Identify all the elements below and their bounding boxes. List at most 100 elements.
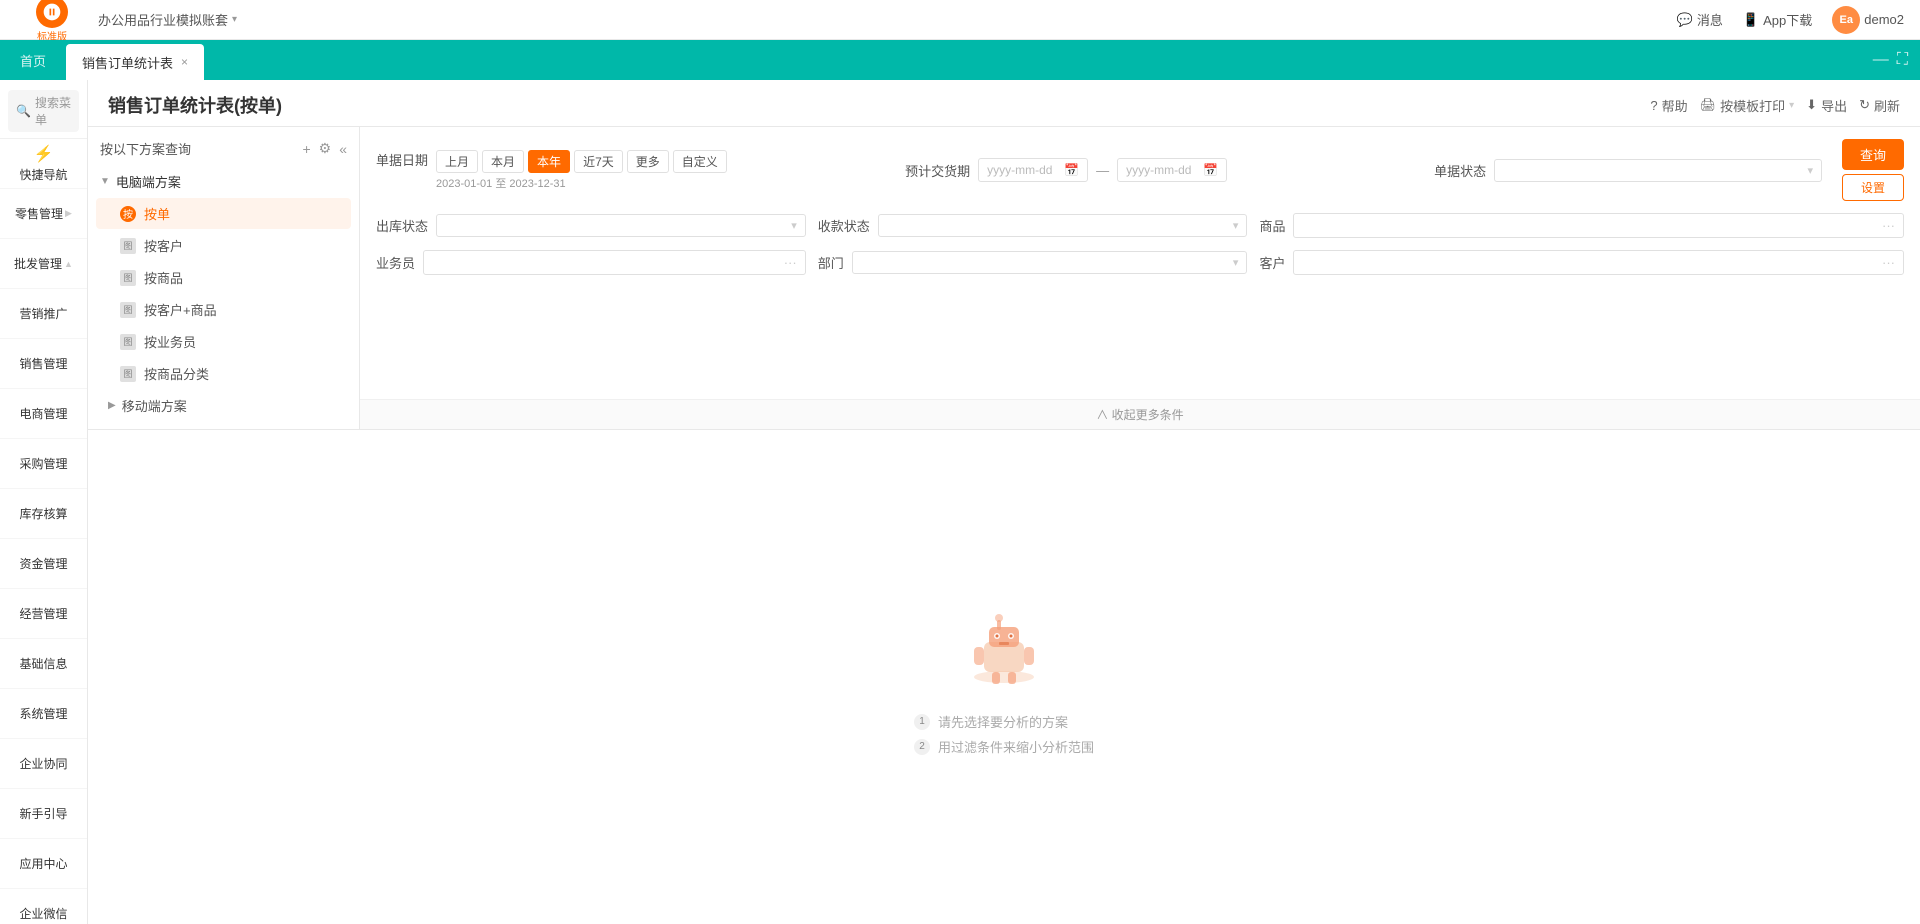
scheme-icon-circle: 按: [120, 206, 136, 222]
message-icon: 💬: [1677, 12, 1693, 28]
tab-active-label: 销售订单统计表: [82, 53, 173, 72]
enterprise-label: 企业协同: [19, 755, 67, 772]
sidebar-item-marketing[interactable]: 营销推广: [0, 289, 87, 339]
date-btn-this-year[interactable]: 本年: [528, 150, 570, 173]
goods-label: 商品: [1259, 216, 1285, 235]
expected-date-label: 预计交货期: [905, 161, 970, 180]
customer-input[interactable]: ···: [1293, 250, 1904, 275]
expected-date-group: 预计交货期 yyyy-mm-dd 📅 — yyyy-mm-dd 📅: [905, 158, 1422, 182]
scheme-item-by-category[interactable]: 图 按商品分类: [96, 358, 351, 389]
tip-num-1: 1: [914, 714, 930, 730]
help-button[interactable]: ? 帮助: [1650, 96, 1687, 115]
scheme-header-label: 按以下方案查询: [100, 139, 191, 158]
sidebar-item-basic[interactable]: 基础信息: [0, 639, 87, 689]
search-icon: 🔍: [16, 104, 31, 118]
setting-button[interactable]: 设置: [1842, 174, 1904, 201]
empty-illustration: [954, 592, 1054, 692]
operations-label: 经营管理: [19, 605, 67, 622]
date-btn-more[interactable]: 更多: [627, 150, 669, 173]
newuser-label: 新手引导: [19, 805, 67, 822]
scheme-item-goods-label: 按商品: [144, 268, 183, 287]
doc-status-select[interactable]: ▾: [1494, 159, 1822, 182]
scheme-mobile-group: ▶ 移动端方案: [88, 390, 359, 421]
avatar: Ea: [1832, 6, 1860, 34]
print-label: 按模板打印: [1720, 96, 1785, 115]
sidebar-item-enterprise[interactable]: 企业协同: [0, 739, 87, 789]
sidebar-item-wholesale[interactable]: 批发管理 ▲: [0, 239, 87, 289]
retail-label: 零售管理: [15, 205, 63, 222]
sidebar-search[interactable]: 🔍 搜索菜单: [0, 80, 87, 139]
salesperson-label: 业务员: [376, 253, 415, 272]
query-row-1: 单据日期 上月 本月 本年 近7天 更多: [376, 139, 1904, 201]
date-btn-custom[interactable]: 自定义: [673, 150, 727, 173]
scheme-item-cat-label: 按商品分类: [144, 364, 209, 383]
export-button[interactable]: ⬇ 导出: [1806, 96, 1847, 115]
marketing-label: 营销推广: [19, 305, 67, 322]
mobile-group-toggle-icon: ▶: [108, 400, 116, 411]
date-btn-this-month[interactable]: 本月: [482, 150, 524, 173]
tab-home[interactable]: 首页: [0, 40, 66, 80]
sidebar-item-finance[interactable]: 资金管理: [0, 539, 87, 589]
collapse-bar[interactable]: ∧ 收起更多条件: [360, 399, 1920, 429]
salesperson-dots-icon: ···: [784, 255, 797, 270]
sidebar-item-newuser[interactable]: 新手引导: [0, 789, 87, 839]
print-button[interactable]: 🖨 按模板打印 ▾: [1700, 96, 1795, 115]
print-icon: 🖨: [1700, 97, 1717, 113]
sidebar-item-retail[interactable]: 零售管理 ▶: [0, 189, 87, 239]
scheme-pc-group-header[interactable]: ▼ 电脑端方案: [88, 166, 359, 197]
page-title: 销售订单统计表(按单): [108, 92, 282, 118]
top-bar-right: 💬 消息 📱 App下载 Ea demo2: [1677, 6, 1904, 34]
sidebar: 🔍 搜索菜单 ⚡ 快捷导航 零售管理 ▶ 批发管理 ▲ 营销推广 销售管理 电商…: [0, 80, 88, 924]
help-label: 帮助: [1662, 96, 1688, 115]
dept-select[interactable]: ▾: [852, 251, 1248, 274]
scheme-mobile-group-header[interactable]: ▶ 移动端方案: [88, 390, 359, 421]
minimize-icon[interactable]: —: [1873, 51, 1889, 69]
scheme-item-by-customer[interactable]: 图 按客户: [96, 230, 351, 261]
quicknav-icon: ⚡: [34, 144, 54, 164]
salesperson-input[interactable]: ···: [423, 250, 806, 275]
app-selector[interactable]: 办公用品行业模拟账套 ▾: [98, 10, 237, 29]
date-quick-buttons: 上月 本月 本年 近7天 更多 自定义: [436, 150, 727, 173]
refresh-button[interactable]: ↻ 刷新: [1859, 96, 1900, 115]
expected-date-start[interactable]: yyyy-mm-dd 📅: [978, 158, 1088, 182]
sidebar-item-ecommerce[interactable]: 电商管理: [0, 389, 87, 439]
tip-num-2: 2: [914, 739, 930, 755]
goods-input[interactable]: ···: [1293, 213, 1904, 238]
sidebar-item-sales[interactable]: 销售管理: [0, 339, 87, 389]
search-input-box[interactable]: 🔍 搜索菜单: [8, 90, 79, 132]
scheme-item-by-customer-goods[interactable]: 图 按客户+商品: [96, 294, 351, 325]
date-btn-last-month[interactable]: 上月: [436, 150, 478, 173]
query-button[interactable]: 查询: [1842, 139, 1904, 170]
sidebar-item-quicknav[interactable]: ⚡ 快捷导航: [0, 139, 87, 189]
messages-item[interactable]: 💬 消息: [1677, 10, 1723, 29]
scheme-item-by-order[interactable]: 按 按单: [96, 198, 351, 229]
basic-label: 基础信息: [19, 655, 67, 672]
expected-date-end[interactable]: yyyy-mm-dd 📅: [1117, 158, 1227, 182]
scheme-item-by-goods[interactable]: 图 按商品: [96, 262, 351, 293]
sidebar-item-appcenter[interactable]: 应用中心: [0, 839, 87, 889]
export-label: 导出: [1821, 96, 1847, 115]
collapse-scheme-button[interactable]: «: [339, 141, 347, 157]
sidebar-item-purchase[interactable]: 采购管理: [0, 439, 87, 489]
sidebar-item-system[interactable]: 系统管理: [0, 689, 87, 739]
app-selector-label: 办公用品行业模拟账套: [98, 10, 228, 29]
user-item[interactable]: Ea demo2: [1832, 6, 1904, 34]
tab-close-button[interactable]: ×: [181, 55, 188, 69]
app-download-item[interactable]: 📱 App下载: [1743, 10, 1812, 29]
date-btn-7days[interactable]: 近7天: [574, 150, 623, 173]
scheme-icon-cg: 图: [120, 302, 136, 318]
sidebar-item-inventory[interactable]: 库存核算: [0, 489, 87, 539]
add-scheme-button[interactable]: +: [302, 141, 310, 157]
ship-arrow-icon: ▾: [791, 219, 797, 232]
empty-tips: 1 请先选择要分析的方案 2 用过滤条件来缩小分析范围: [914, 712, 1094, 762]
page-header: 销售订单统计表(按单) ? 帮助 🖨 按模板打印 ▾ ⬇ 导出 ↻ 刷新: [88, 80, 1920, 127]
sidebar-item-wechat[interactable]: 企业微信: [0, 889, 87, 924]
sales-label: 销售管理: [19, 355, 67, 372]
scheme-item-by-salesperson[interactable]: 图 按业务员: [96, 326, 351, 357]
settings-scheme-button[interactable]: ⚙: [319, 140, 332, 157]
sidebar-item-operations[interactable]: 经营管理: [0, 589, 87, 639]
ship-status-select[interactable]: ▾: [436, 214, 806, 237]
pay-status-select[interactable]: ▾: [878, 214, 1248, 237]
tab-active[interactable]: 销售订单统计表 ×: [66, 44, 204, 80]
maximize-icon[interactable]: ⛶: [1897, 51, 1908, 69]
